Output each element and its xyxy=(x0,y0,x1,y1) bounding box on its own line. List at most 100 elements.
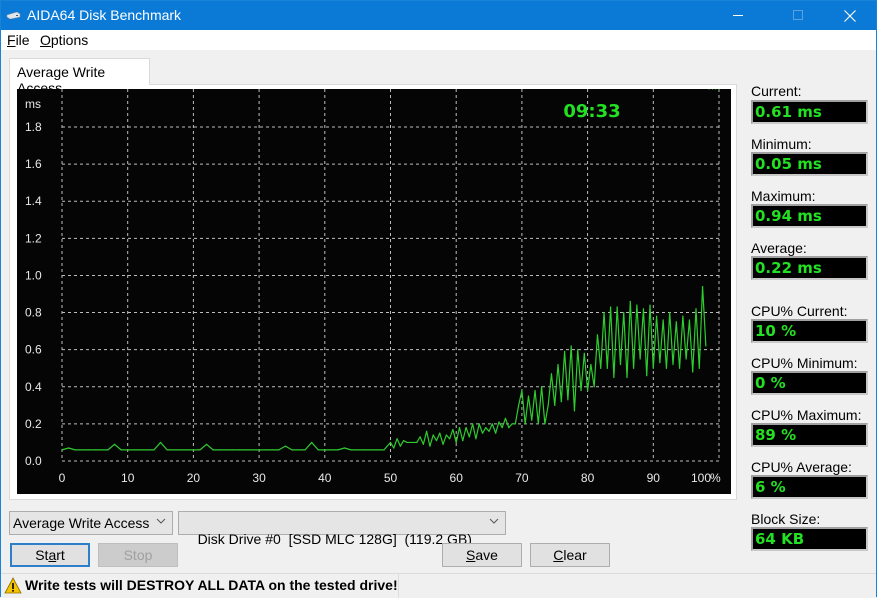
data-point xyxy=(580,389,582,392)
data-point xyxy=(613,376,615,379)
data-point xyxy=(518,404,520,406)
menu-options[interactable]: Options xyxy=(40,32,88,48)
data-point xyxy=(695,308,697,310)
data-point xyxy=(67,447,70,449)
data-point xyxy=(87,449,89,451)
x-tick-label: 10 xyxy=(121,471,135,485)
data-point xyxy=(629,300,631,303)
data-point xyxy=(636,304,638,306)
save-button[interactable]: Save xyxy=(442,543,522,567)
data-point xyxy=(587,389,589,392)
y-tick-label: 1.4 xyxy=(25,194,42,208)
x-tick-label: 100 xyxy=(691,471,711,485)
data-point xyxy=(495,432,497,434)
cpu-average-label: CPU% Average: xyxy=(751,459,852,475)
maximize-icon xyxy=(792,10,803,20)
data-point xyxy=(662,319,664,321)
data-point xyxy=(330,449,332,451)
data-point xyxy=(567,399,569,401)
data-point xyxy=(619,363,622,366)
block-size-label: Block Size: xyxy=(751,511,821,527)
data-point xyxy=(406,441,408,444)
menu-bar: File Options xyxy=(1,30,876,50)
data-point xyxy=(455,441,457,444)
data-point xyxy=(107,449,109,451)
maximum-value: 0.94 ms xyxy=(751,204,868,228)
test-type-select[interactable]: Average Write Access xyxy=(9,511,173,535)
data-point xyxy=(688,319,691,321)
data-point xyxy=(205,443,208,445)
series-line xyxy=(61,285,707,451)
status-separator xyxy=(398,574,399,598)
data-point xyxy=(146,449,149,451)
data-point xyxy=(521,389,523,392)
data-point xyxy=(370,449,372,451)
data-point xyxy=(426,430,428,432)
drive-select[interactable]: Disk Drive #0 [SSD MLC 128G] (119.2 GB) xyxy=(178,511,506,547)
average-label: Average: xyxy=(751,240,807,256)
data-point xyxy=(432,434,434,436)
minimize-button[interactable] xyxy=(715,1,761,30)
data-point xyxy=(560,401,562,403)
data-point xyxy=(570,345,572,347)
graph-grid xyxy=(61,89,720,462)
start-button[interactable]: St a rt xyxy=(10,543,90,567)
cpu-current-label: CPU% Current: xyxy=(751,303,848,319)
data-point xyxy=(508,427,510,429)
clear-button[interactable]: Clear xyxy=(530,543,610,567)
data-point xyxy=(251,449,254,451)
x-tick-label: 70 xyxy=(515,471,529,485)
status-bar: Write tests will DESTROY ALL DATA on the… xyxy=(1,573,876,598)
chevron-down-icon xyxy=(156,518,166,524)
disk-drive-icon xyxy=(6,12,21,19)
menu-file[interactable]: File xyxy=(7,32,30,48)
warning-icon xyxy=(4,577,22,594)
data-point xyxy=(363,449,365,451)
data-point xyxy=(278,449,280,451)
y-tick-label: 1.8 xyxy=(25,120,42,134)
data-point xyxy=(639,358,641,360)
data-point xyxy=(481,432,484,434)
data-point xyxy=(173,449,175,451)
data-point xyxy=(531,419,533,421)
app-window: AIDA64 Disk Benchmark File Options Avera… xyxy=(0,0,877,598)
x-axis-unit-label: % xyxy=(710,471,721,485)
elapsed-timer: 09:33 xyxy=(563,101,620,122)
data-point xyxy=(590,363,592,366)
data-point xyxy=(343,447,346,449)
data-point xyxy=(120,449,122,451)
data-point xyxy=(504,417,507,419)
data-point xyxy=(416,441,418,444)
data-point xyxy=(547,404,549,406)
x-tick-label: 20 xyxy=(187,471,201,485)
data-point xyxy=(94,449,96,451)
data-point xyxy=(672,363,674,366)
data-point xyxy=(564,350,566,353)
data-point xyxy=(485,427,487,429)
x-tick-label: 60 xyxy=(450,471,464,485)
block-size-value: 64 KB xyxy=(751,527,868,551)
cpu-maximum-label: CPU% Maximum: xyxy=(751,407,862,423)
data-point xyxy=(475,438,477,440)
tab-average-write-access[interactable]: Average Write Access xyxy=(9,58,150,96)
data-point xyxy=(600,367,602,369)
data-point xyxy=(550,373,553,375)
stop-button[interactable]: Stop xyxy=(98,543,178,567)
data-point xyxy=(488,430,490,432)
data-point xyxy=(159,441,162,444)
data-point xyxy=(212,449,214,451)
current-value: 0.61 ms xyxy=(751,100,868,124)
y-axis-ticks: 0.0 0.2 0.4 0.6 0.8 1.0 1.2 1.4 1.6 1.8 xyxy=(25,120,42,468)
data-point xyxy=(140,449,142,451)
data-point xyxy=(324,449,326,451)
data-point xyxy=(626,376,628,379)
data-point xyxy=(225,449,227,451)
data-point xyxy=(166,449,168,451)
data-point xyxy=(708,89,710,90)
x-tick-label: 0 xyxy=(59,471,66,485)
data-point xyxy=(642,308,645,310)
close-button[interactable] xyxy=(827,1,873,30)
minimum-label: Minimum: xyxy=(751,136,812,152)
drive-selected: Disk Drive #0 [SSD MLC 128G] (119.2 GB) xyxy=(197,531,472,547)
data-point xyxy=(232,449,234,451)
